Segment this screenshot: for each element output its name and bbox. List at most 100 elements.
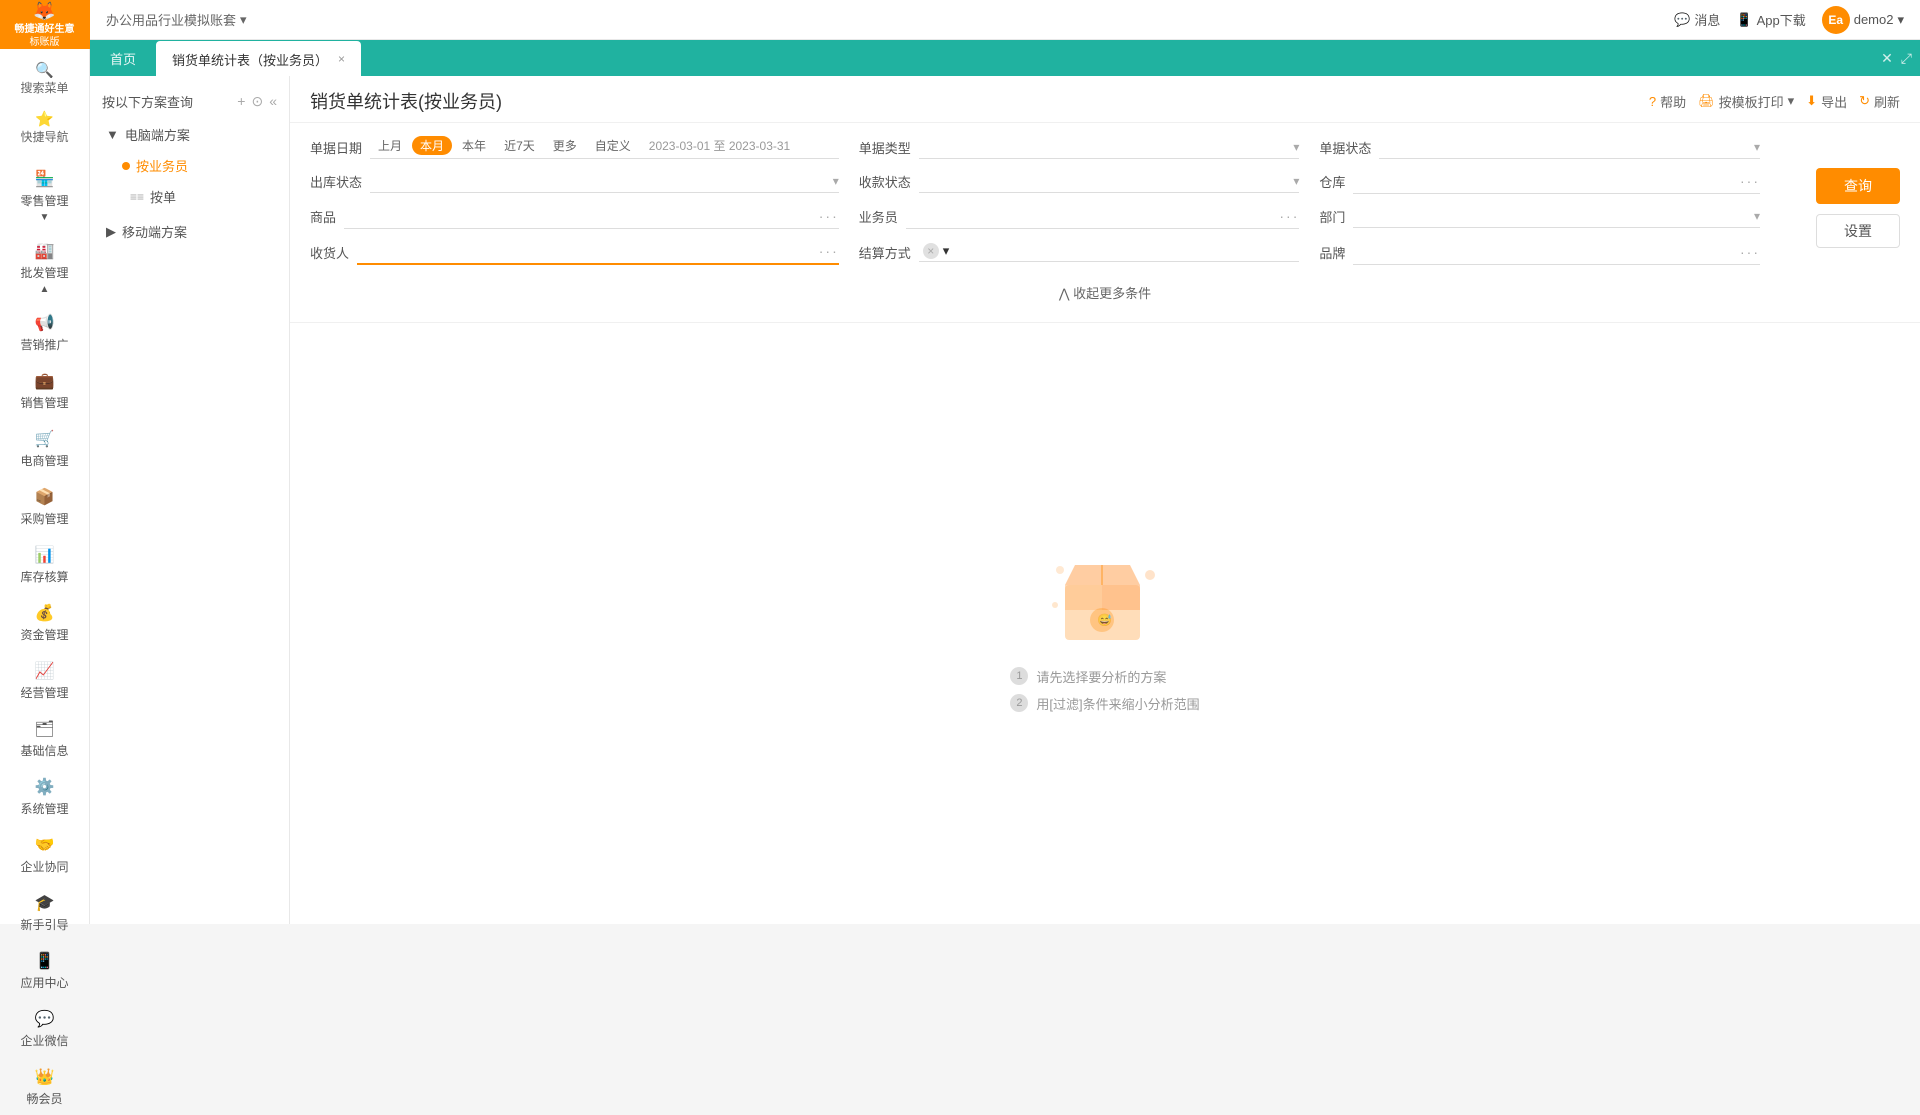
filter-brand: 品牌 ··· bbox=[1319, 240, 1760, 265]
sidebar-item-appcenter[interactable]: 📱 应用中心 bbox=[0, 941, 90, 999]
tree-salesperson-label: 按业务员 bbox=[136, 156, 188, 175]
date-label: 单据日期 bbox=[310, 138, 362, 157]
main-area: 办公用品行业模拟账套 ▾ 💬 消息 📱 App下载 Ea demo2 ▾ bbox=[90, 0, 1920, 924]
content-area: 按以下方案查询 + ⊙ « ▼ 电脑端方案 按业务员 ≡≡ 按单 bbox=[90, 76, 1920, 924]
date-shortcut-custom[interactable]: 自定义 bbox=[587, 135, 639, 156]
help-label: 帮助 bbox=[1660, 92, 1686, 111]
template-print-btn[interactable]: 🖨 按模板打印 ▾ bbox=[1698, 92, 1794, 111]
topbar: 办公用品行业模拟账套 ▾ 💬 消息 📱 App下载 Ea demo2 ▾ bbox=[90, 0, 1920, 40]
type-control[interactable]: ▾ bbox=[919, 136, 1300, 159]
sidebar-item-system[interactable]: ⚙️ 系统管理 bbox=[0, 767, 90, 825]
date-shortcut-7days[interactable]: 近7天 bbox=[496, 135, 543, 156]
topbar-left: 办公用品行业模拟账套 ▾ bbox=[106, 10, 247, 29]
sidebar-item-enterprise[interactable]: 🤝 企业协同 bbox=[0, 825, 90, 883]
sidebar-item-quicknav[interactable]: ⭐ 快捷导航 bbox=[20, 104, 68, 151]
status-control[interactable]: ▾ bbox=[1379, 136, 1760, 159]
type-label: 单据类型 bbox=[859, 138, 911, 157]
tree-pc-scheme[interactable]: ▼ 电脑端方案 bbox=[90, 119, 289, 150]
sidebar-item-wechat[interactable]: 💬 企业微信 bbox=[0, 999, 90, 1057]
dept-control[interactable]: ▾ bbox=[1353, 205, 1760, 228]
settle-clear-btn[interactable]: × bbox=[923, 243, 939, 259]
sidebar-item-ecommerce[interactable]: 🛒 电商管理 bbox=[0, 419, 90, 477]
sidebar-item-search[interactable]: 🔍 搜索菜单 bbox=[20, 49, 68, 104]
date-shortcut-thisyear[interactable]: 本年 bbox=[454, 135, 494, 156]
tabbar: 首页 销货单统计表（按业务员） × ✕ ⤢ bbox=[90, 40, 1920, 76]
receiver-control[interactable]: ··· bbox=[357, 239, 839, 265]
help-icon: ? bbox=[1649, 94, 1656, 109]
sidebar-item-member[interactable]: 👑 畅会员 bbox=[0, 1057, 90, 1115]
operations-icon: 📈 bbox=[35, 661, 55, 681]
tab-home[interactable]: 首页 bbox=[90, 40, 156, 76]
tree-item-salesperson[interactable]: 按业务员 bbox=[114, 150, 289, 181]
sales-icon: 💼 bbox=[35, 371, 55, 391]
sidebar-item-basic[interactable]: 🗂 基础信息 bbox=[0, 709, 90, 767]
salesperson-control[interactable]: ··· bbox=[906, 204, 1300, 229]
date-range-text: 2023-03-01 至 2023-03-31 bbox=[649, 137, 790, 154]
warehouse-label: 仓库 bbox=[1319, 172, 1345, 191]
filter-dept: 部门 ▾ bbox=[1319, 205, 1760, 228]
app-download-btn[interactable]: 📱 App下载 bbox=[1736, 10, 1805, 29]
collapse-panel-btn[interactable]: « bbox=[269, 93, 277, 110]
retail-icon: 🏪 bbox=[35, 169, 55, 189]
date-shortcut-thismonth[interactable]: 本月 bbox=[412, 136, 452, 155]
hint-item-2: 2 用[过滤]条件来缩小分析范围 bbox=[1010, 694, 1199, 713]
recv-status-control[interactable]: ▾ bbox=[919, 170, 1300, 193]
tree-mobile-scheme[interactable]: ▶ 移动端方案 bbox=[90, 216, 289, 247]
tab-close-icon[interactable]: × bbox=[338, 52, 345, 66]
print-label: 按模板打印 bbox=[1719, 92, 1784, 111]
user-menu[interactable]: Ea demo2 ▾ bbox=[1822, 6, 1904, 34]
marketing-icon: 📢 bbox=[35, 313, 55, 333]
window-close-btn[interactable]: ✕ bbox=[1881, 50, 1893, 67]
company-dropdown-icon: ▾ bbox=[240, 12, 247, 28]
sidebar-item-operations[interactable]: 📈 经营管理 bbox=[0, 651, 90, 709]
ecommerce-icon: 🛒 bbox=[35, 429, 55, 449]
sidebar-item-retail[interactable]: 🏪 零售管理 ▼ bbox=[0, 159, 90, 231]
add-scheme-btn[interactable]: + bbox=[237, 93, 245, 110]
goods-label: 商品 bbox=[310, 207, 336, 226]
brand-control[interactable]: ··· bbox=[1353, 240, 1760, 265]
tabbar-actions: ✕ ⤢ bbox=[1881, 50, 1920, 67]
inventory-icon: 📊 bbox=[35, 545, 55, 565]
tree-mobile-label: 移动端方案 bbox=[122, 222, 187, 241]
appcenter-icon: 📱 bbox=[35, 951, 55, 971]
dept-label: 部门 bbox=[1319, 207, 1345, 226]
filter-salesperson: 业务员 ··· bbox=[859, 204, 1300, 229]
export-btn[interactable]: ⬇ 导出 bbox=[1806, 92, 1847, 111]
export-label: 导出 bbox=[1821, 92, 1847, 111]
sidebar-item-sales[interactable]: 💼 销售管理 bbox=[0, 361, 90, 419]
tree-item-byorder[interactable]: ≡≡ 按单 bbox=[114, 181, 289, 212]
date-shortcut-more[interactable]: 更多 bbox=[545, 135, 585, 156]
refresh-btn[interactable]: ↻ 刷新 bbox=[1859, 92, 1900, 111]
date-shortcut-lastmonth[interactable]: 上月 bbox=[370, 135, 410, 156]
filter-out-status: 出库状态 ▾ bbox=[310, 170, 839, 193]
filter-goods: 商品 ··· bbox=[310, 204, 839, 229]
settings-scheme-btn[interactable]: ⊙ bbox=[251, 93, 263, 110]
sidebar-item-finance[interactable]: 💰 资金管理 bbox=[0, 593, 90, 651]
settings-btn-float[interactable]: 设置 bbox=[1816, 214, 1900, 248]
help-btn[interactable]: ? 帮助 bbox=[1649, 92, 1686, 111]
sidebar-item-wholesale[interactable]: 🏭 批发管理 ▲ bbox=[0, 231, 90, 303]
query-btn-float[interactable]: 查询 bbox=[1816, 168, 1900, 204]
user-avatar: Ea bbox=[1822, 6, 1850, 34]
empty-state: 😅 1 请先选择要分析的方案 2 用[过滤]条件来缩小分析 bbox=[1010, 535, 1199, 713]
sidebar-item-marketing[interactable]: 📢 营销推广 bbox=[0, 303, 90, 361]
out-status-control[interactable]: ▾ bbox=[370, 170, 839, 193]
app-icon: 📱 bbox=[1736, 12, 1752, 28]
collapse-btn[interactable]: ⋀ 收起更多条件 bbox=[310, 275, 1900, 310]
sidebar-item-inventory[interactable]: 📊 库存核算 bbox=[0, 535, 90, 593]
data-area: 😅 1 请先选择要分析的方案 2 用[过滤]条件来缩小分析 bbox=[290, 323, 1920, 924]
message-btn[interactable]: 💬 消息 bbox=[1674, 10, 1720, 29]
hint-text-2: 用[过滤]条件来缩小分析范围 bbox=[1036, 694, 1199, 713]
goods-control[interactable]: ··· bbox=[344, 204, 839, 229]
tab-sales-stat[interactable]: 销货单统计表（按业务员） × bbox=[156, 41, 361, 77]
warehouse-control[interactable]: ··· bbox=[1353, 169, 1760, 194]
window-max-btn[interactable]: ⤢ bbox=[1901, 50, 1912, 67]
company-selector[interactable]: 办公用品行业模拟账套 ▾ bbox=[106, 10, 247, 29]
out-status-arrow: ▾ bbox=[833, 174, 839, 188]
dept-arrow: ▾ bbox=[1754, 209, 1760, 223]
sidebar-item-purchase[interactable]: 📦 采购管理 bbox=[0, 477, 90, 535]
svg-text:😅: 😅 bbox=[1097, 613, 1112, 627]
sidebar-item-newbie[interactable]: 🎓 新手引导 bbox=[0, 883, 90, 941]
hint-num-1: 1 bbox=[1010, 667, 1028, 685]
filter-status: 单据状态 ▾ bbox=[1319, 136, 1760, 159]
